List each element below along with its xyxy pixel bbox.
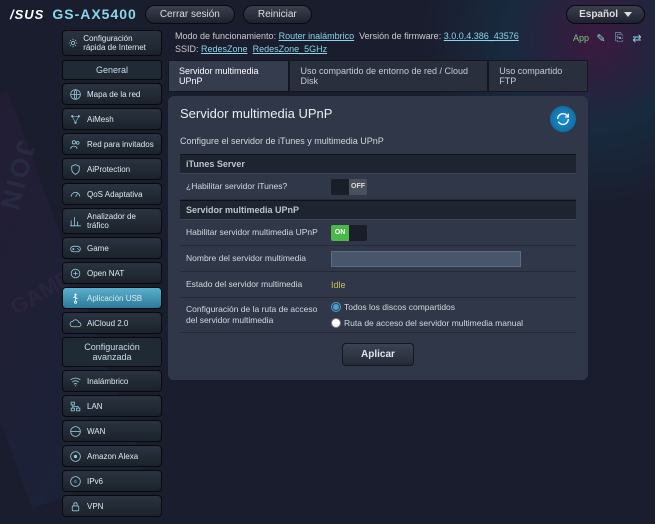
svg-text:6: 6 xyxy=(74,479,77,484)
app-link[interactable]: App xyxy=(573,33,589,43)
lock-icon xyxy=(69,500,82,513)
lan-icon xyxy=(69,400,82,413)
logout-button[interactable]: Cerrar sesión xyxy=(145,5,235,24)
wan-icon xyxy=(69,425,82,438)
upnp-toggle[interactable]: ON xyxy=(331,225,367,241)
section-itunes: iTunes Server xyxy=(180,154,576,174)
sidebar-item-game[interactable]: Game xyxy=(62,237,162,259)
section-upnp: Servidor multimedia UPnP xyxy=(180,200,576,220)
feedback-icon[interactable]: ✎ xyxy=(595,32,607,44)
sidebar-item-traffic[interactable]: Analizador de tráfico xyxy=(62,208,162,234)
gamepad-icon xyxy=(69,242,82,255)
sidebar-item-wireless[interactable]: Inalámbrico xyxy=(62,370,162,392)
itunes-enable-label: ¿Habilitar servidor iTunes? xyxy=(186,181,331,192)
panel-title: Servidor multimedia UPnP xyxy=(180,106,332,121)
users-icon xyxy=(69,138,82,151)
server-status-label: Estado del servidor multimedia xyxy=(186,279,331,290)
sidebar-item-aimesh[interactable]: AiMesh xyxy=(62,108,162,130)
server-name-input[interactable] xyxy=(331,251,521,267)
upnp-enable-label: Habilitar servidor multimedia UPnP xyxy=(186,227,331,238)
mode-link[interactable]: Router inalámbrico xyxy=(279,31,355,41)
link-icon[interactable]: ⇄ xyxy=(631,32,643,44)
radio-manual-path[interactable]: Ruta de acceso del servidor multimedia m… xyxy=(331,318,523,328)
shield-icon xyxy=(69,163,82,176)
sidebar-advanced-header: Configuración avanzada xyxy=(62,337,162,367)
chevron-down-icon xyxy=(624,12,632,17)
sidebar-item-vpn[interactable]: VPN xyxy=(62,495,162,517)
tab-upnp[interactable]: Servidor multimedia UPnP xyxy=(168,60,289,92)
sidebar-item-usb-app[interactable]: Aplicación USB xyxy=(62,287,162,309)
ssid1-link[interactable]: RedesZone xyxy=(201,44,248,54)
refresh-button[interactable] xyxy=(550,106,576,132)
panel-subtitle: Configure el servidor de iTunes y multim… xyxy=(180,136,576,146)
tab-network-share[interactable]: Uso compartido de entorno de red / Cloud… xyxy=(289,60,488,92)
ipv6-icon: 6 xyxy=(69,475,82,488)
globe-icon xyxy=(69,88,82,101)
settings-panel: Servidor multimedia UPnP Configure el se… xyxy=(168,96,588,380)
mesh-icon xyxy=(69,113,82,126)
sidebar: General Mapa de la red AiMesh Red para i… xyxy=(62,60,162,517)
sidebar-item-guest[interactable]: Red para invitados xyxy=(62,133,162,155)
cloud-icon xyxy=(69,317,82,330)
alexa-icon xyxy=(69,450,82,463)
sidebar-item-wan[interactable]: WAN xyxy=(62,420,162,442)
tab-bar: Servidor multimedia UPnP Uso compartido … xyxy=(168,60,588,92)
firmware-link[interactable]: 3.0.0.4.386_43576 xyxy=(444,31,519,41)
itunes-toggle[interactable]: OFF xyxy=(331,179,367,195)
apply-button[interactable]: Aplicar xyxy=(342,343,414,366)
usb-icon[interactable]: ⎘ xyxy=(613,32,625,44)
sidebar-item-ipv6[interactable]: 6 IPv6 xyxy=(62,470,162,492)
reboot-button[interactable]: Reiniciar xyxy=(243,5,312,24)
sidebar-item-network-map[interactable]: Mapa de la red xyxy=(62,83,162,105)
tab-ftp[interactable]: Uso compartido FTP xyxy=(488,60,588,92)
sidebar-item-aicloud[interactable]: AiCloud 2.0 xyxy=(62,312,162,334)
sidebar-item-opennat[interactable]: Open NAT xyxy=(62,262,162,284)
chart-icon xyxy=(69,215,82,228)
sidebar-item-aiprotection[interactable]: AiProtection xyxy=(62,158,162,180)
wifi-icon xyxy=(69,375,82,388)
language-select[interactable]: Español xyxy=(566,5,645,24)
server-name-label: Nombre del servidor multimedia xyxy=(186,253,331,264)
sidebar-item-alexa[interactable]: Amazon Alexa xyxy=(62,445,162,467)
nat-icon xyxy=(69,267,82,280)
gauge-icon xyxy=(69,188,82,201)
media-path-label: Configuración de la ruta de acceso del s… xyxy=(186,304,331,326)
usb-icon xyxy=(69,292,82,305)
ssid2-link[interactable]: RedesZone_5GHz xyxy=(253,44,328,54)
sidebar-item-qos[interactable]: QoS Adaptativa xyxy=(62,183,162,205)
refresh-icon xyxy=(555,111,571,127)
sidebar-general-header: General xyxy=(62,60,162,80)
server-status-value: Idle xyxy=(331,280,346,290)
radio-all-disks[interactable]: Todos los discos compartidos xyxy=(331,302,455,312)
sidebar-item-lan[interactable]: LAN xyxy=(62,395,162,417)
brand-logo: /SUS GS-AX5400 xyxy=(10,3,137,25)
